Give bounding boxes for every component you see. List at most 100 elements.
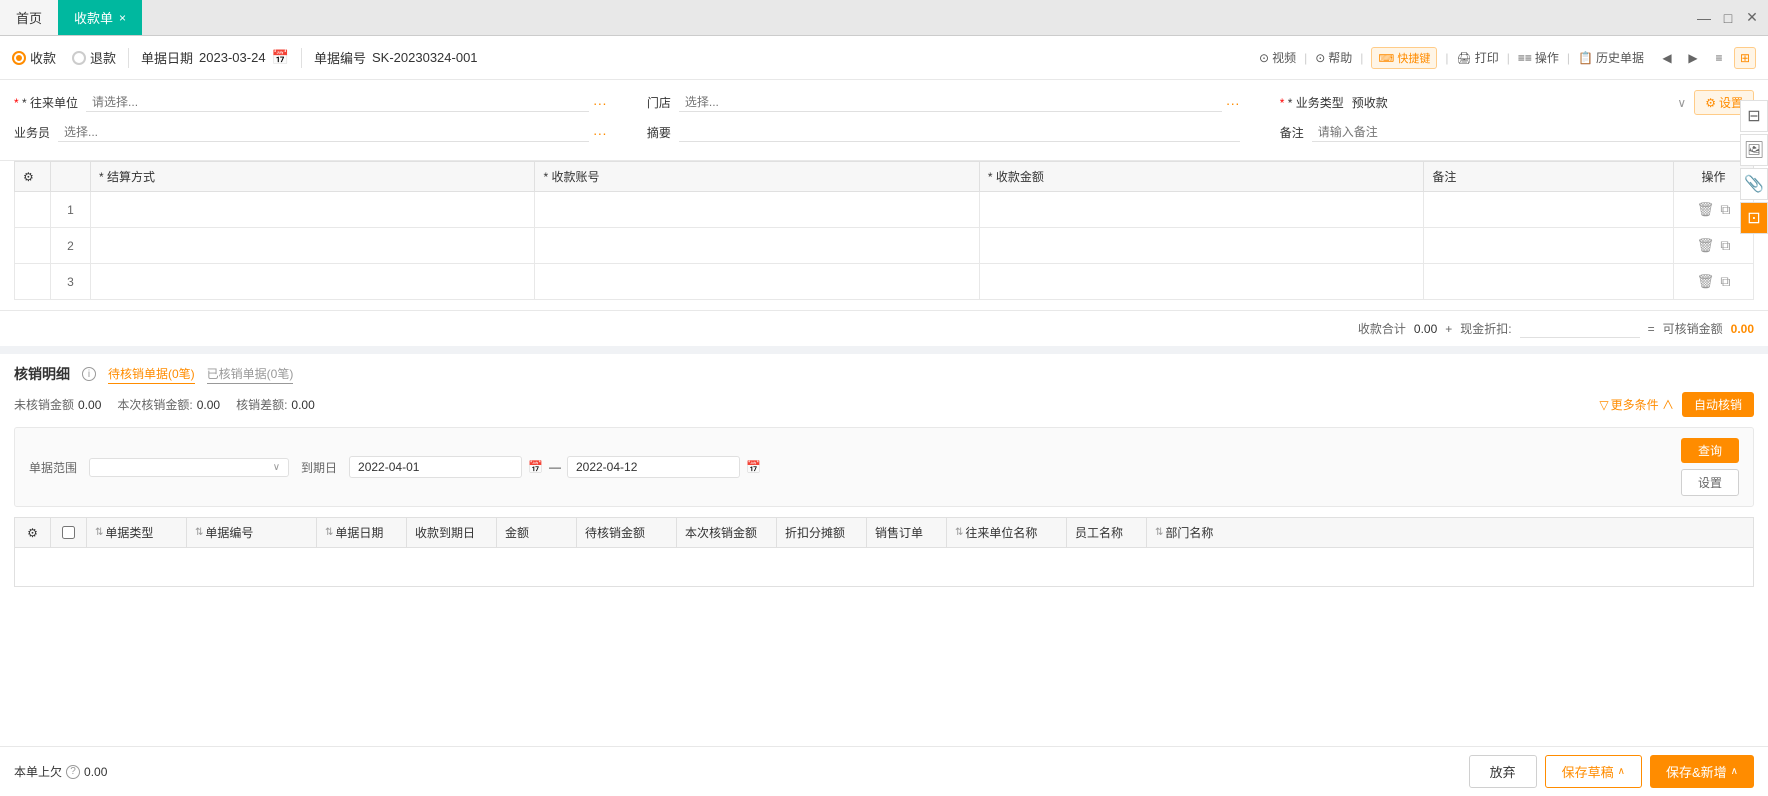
video-label: 视频 bbox=[1272, 49, 1296, 66]
nav-icons: ◀ ▶ ≡ ⊞ bbox=[1656, 47, 1756, 69]
summary-input[interactable] bbox=[679, 123, 1240, 142]
doc-num-value: SK-20230324-001 bbox=[372, 50, 478, 65]
save-new-button[interactable]: 保存&新增 ∧ bbox=[1650, 755, 1754, 788]
operation-tool[interactable]: ≡≡ 操作 bbox=[1518, 49, 1559, 66]
row-3-amount[interactable] bbox=[979, 264, 1423, 300]
row-3-account[interactable] bbox=[535, 264, 979, 300]
sidebar-scan-icon[interactable]: ⊡ bbox=[1740, 202, 1768, 234]
biz-type-label: * 业务类型 bbox=[1280, 94, 1344, 111]
select-all-checkbox[interactable] bbox=[62, 526, 75, 539]
tab-close-icon[interactable]: × bbox=[119, 11, 126, 25]
bottom-info-icon[interactable]: ? bbox=[66, 765, 80, 779]
counterpart-input[interactable] bbox=[86, 93, 589, 112]
staff-field: 业务员 ··· bbox=[14, 123, 607, 142]
tab-receipt[interactable]: 收款单 × bbox=[58, 0, 142, 35]
pending-tab[interactable]: 待核销单据(0笔) bbox=[108, 365, 195, 384]
row-3-delete-icon[interactable]: 🗑 bbox=[1697, 273, 1715, 290]
range-select-chevron: ∨ bbox=[273, 462, 280, 473]
reconcile-table-settings-header[interactable]: ⚙ bbox=[15, 518, 51, 547]
row-3-copy-icon[interactable]: ⧉ bbox=[1720, 273, 1730, 290]
date-to-input[interactable] bbox=[567, 456, 740, 478]
nav-next-icon[interactable]: ▶ bbox=[1682, 47, 1704, 69]
row-1-delete-icon[interactable]: 🗑 bbox=[1697, 201, 1715, 218]
date-from-input[interactable] bbox=[349, 456, 522, 478]
minimize-button[interactable]: — bbox=[1696, 10, 1712, 26]
current-label: 本次核销金额: bbox=[117, 396, 192, 413]
sort-icon: ⇅ bbox=[325, 527, 333, 538]
query-form: 单据范围 ∨ 到期日 📅 — 📅 查询 设置 bbox=[14, 427, 1754, 507]
query-settings-button[interactable]: 设置 bbox=[1681, 469, 1739, 496]
staff-name-header: 员工名称 bbox=[1067, 518, 1147, 547]
history-tool[interactable]: 📋 历史单据 bbox=[1578, 49, 1644, 66]
staff-more-icon[interactable]: ··· bbox=[593, 125, 607, 141]
sidebar-attach-icon[interactable]: 📎 bbox=[1740, 168, 1768, 200]
row-2-account[interactable] bbox=[535, 228, 979, 264]
list-view-icon[interactable]: ≡ bbox=[1708, 47, 1730, 69]
store-input[interactable] bbox=[679, 93, 1222, 112]
table-settings-header[interactable]: ⚙ bbox=[15, 162, 51, 192]
total-label: 收款合计 bbox=[1358, 320, 1406, 337]
row-2-delete-icon[interactable]: 🗑 bbox=[1697, 237, 1715, 254]
row-1-amount[interactable] bbox=[979, 192, 1423, 228]
row-1-remark[interactable] bbox=[1424, 192, 1674, 228]
row-2-copy-icon[interactable]: ⧉ bbox=[1720, 237, 1730, 254]
save-draft-arrow: ∧ bbox=[1618, 766, 1625, 777]
video-tool[interactable]: ⊙ 视频 bbox=[1259, 49, 1296, 66]
row-1-num: 1 bbox=[51, 192, 91, 228]
row-1-account[interactable] bbox=[535, 192, 979, 228]
done-tab[interactable]: 已核销单据(0笔) bbox=[207, 365, 294, 384]
due-date-label: 到期日 bbox=[301, 459, 337, 476]
row-1-settlement[interactable] bbox=[91, 192, 535, 228]
sort-icon: ⇅ bbox=[1155, 527, 1163, 538]
bottom-bar: 本单上欠 ? 0.00 放弃 保存草稿 ∧ 保存&新增 ∧ bbox=[0, 746, 1768, 796]
grid-view-icon[interactable]: ⊞ bbox=[1734, 47, 1756, 69]
discount-input[interactable] bbox=[1520, 319, 1640, 338]
sales-order-header: 销售订单 bbox=[867, 518, 947, 547]
bottom-info: 本单上欠 ? 0.00 bbox=[14, 763, 107, 780]
reconcile-info-icon[interactable]: i bbox=[82, 367, 96, 381]
sidebar-image-icon[interactable]: 🖼 bbox=[1740, 134, 1768, 166]
biz-type-chevron[interactable]: ∨ bbox=[1677, 96, 1686, 110]
row-3-remark[interactable] bbox=[1424, 264, 1674, 300]
save-draft-button[interactable]: 保存草稿 ∧ bbox=[1545, 755, 1642, 788]
radio-receipt[interactable]: 收款 bbox=[12, 48, 56, 67]
sidebar-table-icon[interactable]: ⊟ bbox=[1740, 100, 1768, 132]
more-conditions-button[interactable]: ▽ 更多条件 ∧ bbox=[1599, 396, 1674, 413]
range-select[interactable]: ∨ bbox=[89, 458, 289, 477]
tab-home[interactable]: 首页 bbox=[0, 0, 58, 35]
staff-input[interactable] bbox=[58, 123, 589, 142]
maximize-button[interactable]: □ bbox=[1720, 10, 1736, 26]
calendar-icon[interactable]: 📅 bbox=[272, 49, 289, 66]
radio-receipt-label: 收款 bbox=[30, 48, 56, 67]
section-separator bbox=[0, 346, 1768, 354]
close-button[interactable]: ✕ bbox=[1744, 10, 1760, 26]
radio-refund[interactable]: 退款 bbox=[72, 48, 116, 67]
help-icon: ⊙ bbox=[1315, 51, 1325, 65]
nav-prev-icon[interactable]: ◀ bbox=[1656, 47, 1678, 69]
history-label: 历史单据 bbox=[1596, 49, 1644, 66]
help-tool[interactable]: ⊙ 帮助 bbox=[1315, 49, 1352, 66]
row-2-amount[interactable] bbox=[979, 228, 1423, 264]
dept-name-header: ⇅ 部门名称 bbox=[1147, 518, 1227, 547]
reconcile-table-checkbox-header[interactable] bbox=[51, 518, 87, 547]
row-3-settlement[interactable] bbox=[91, 264, 535, 300]
radio-refund-dot bbox=[72, 51, 86, 65]
counterpart-more-icon[interactable]: ··· bbox=[593, 95, 607, 111]
print-tool[interactable]: 🖨 打印 bbox=[1457, 49, 1499, 66]
query-button[interactable]: 查询 bbox=[1681, 438, 1739, 463]
auto-reconcile-button[interactable]: 自动核销 bbox=[1682, 392, 1754, 417]
abandon-button[interactable]: 放弃 bbox=[1469, 755, 1537, 788]
store-more-icon[interactable]: ··· bbox=[1226, 95, 1240, 111]
row-2-remark[interactable] bbox=[1424, 228, 1674, 264]
stats-group: 未核销金额 0.00 本次核销金额: 0.00 核销差额: 0.00 bbox=[14, 396, 315, 413]
doc-num-label: 单据编号 bbox=[314, 48, 366, 67]
print-icon: 🖨 bbox=[1457, 51, 1472, 65]
shortcut-tool[interactable]: ⌨ 快捷键 bbox=[1371, 47, 1437, 69]
date-from-calendar-icon[interactable]: 📅 bbox=[528, 460, 543, 474]
store-field: 门店 ··· bbox=[647, 93, 1240, 112]
row-2-settlement[interactable] bbox=[91, 228, 535, 264]
reconcile-stats-row: 未核销金额 0.00 本次核销金额: 0.00 核销差额: 0.00 ▽ 更多条… bbox=[14, 392, 1754, 417]
row-1-copy-icon[interactable]: ⧉ bbox=[1720, 201, 1730, 218]
remark-input[interactable] bbox=[1312, 123, 1754, 142]
date-to-calendar-icon[interactable]: 📅 bbox=[746, 460, 761, 474]
